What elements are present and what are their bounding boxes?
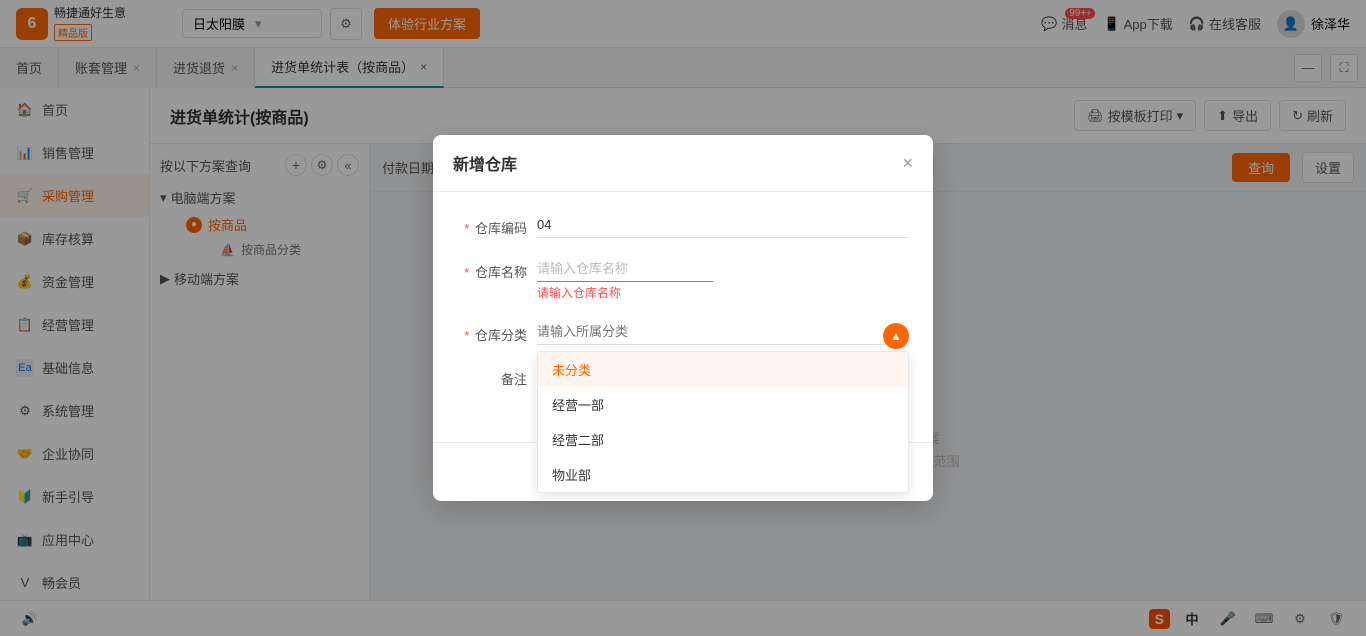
- dropdown-item-3[interactable]: 物业部: [538, 457, 908, 492]
- dropdown-item-2[interactable]: 经营二部: [538, 422, 908, 457]
- required-star-name: *: [464, 265, 469, 280]
- dropdown-item-1[interactable]: 经营一部: [538, 387, 908, 422]
- modal-title: 新增仓库: [453, 151, 517, 175]
- warehouse-name-row: * 仓库名称 请输入仓库名称: [457, 256, 909, 301]
- warehouse-category-label: * 仓库分类: [457, 319, 537, 344]
- modal-overlay: 新增仓库 × * 仓库编码 * 仓库名称 请输入仓库名称: [0, 0, 1366, 636]
- required-star-code: *: [464, 221, 469, 236]
- warehouse-name-input[interactable]: [537, 256, 713, 282]
- warehouse-name-wrapper: 请输入仓库名称: [537, 256, 909, 301]
- category-select-wrapper: ▲ 未分类 经营一部 经营二部 物业部: [537, 319, 909, 345]
- warehouse-code-label: * 仓库编码: [457, 212, 537, 237]
- category-toggle-btn[interactable]: ▲: [883, 323, 909, 349]
- remark-label: 备注: [457, 363, 537, 388]
- modal-header: 新增仓库 ×: [433, 135, 933, 192]
- warehouse-category-row: * 仓库分类 ▲ 未分类 经营一部 经营二部 物业部: [457, 319, 909, 345]
- category-input[interactable]: [537, 319, 909, 345]
- warehouse-name-error: 请输入仓库名称: [537, 284, 909, 301]
- modal-close-btn[interactable]: ×: [902, 153, 913, 174]
- category-dropdown: 未分类 经营一部 经营二部 物业部: [537, 351, 909, 493]
- warehouse-code-input[interactable]: [537, 212, 909, 238]
- warehouse-code-row: * 仓库编码: [457, 212, 909, 238]
- warehouse-name-label: * 仓库名称: [457, 256, 537, 281]
- required-star-cat: *: [464, 328, 469, 343]
- modal-body: * 仓库编码 * 仓库名称 请输入仓库名称 *: [433, 192, 933, 442]
- new-warehouse-modal: 新增仓库 × * 仓库编码 * 仓库名称 请输入仓库名称: [433, 135, 933, 501]
- dropdown-item-0[interactable]: 未分类: [538, 352, 908, 387]
